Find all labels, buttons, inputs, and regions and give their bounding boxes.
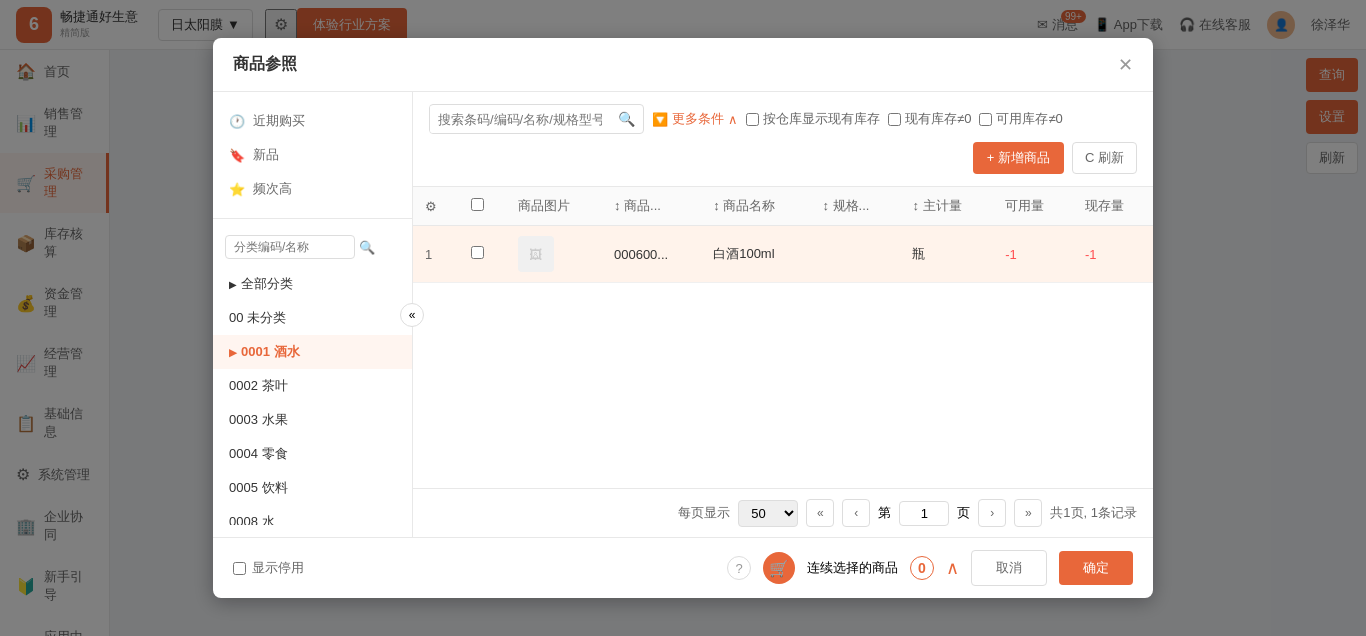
first-page-button[interactable]: « [806,499,834,527]
checkbox-usable[interactable]: 可用库存≠0 [979,110,1062,128]
row-unit: 瓶 [900,226,993,283]
new-icon: 🔖 [229,148,245,163]
checkbox-warehouse[interactable]: 按仓库显示现有库存 [746,110,880,128]
row-num: 1 [413,226,459,283]
category-search: 🔍 [213,227,412,267]
filter-icon: 🔽 [652,112,668,127]
modal-header: 商品参照 ✕ [213,38,1153,92]
frequent-icon: ⭐ [229,182,245,197]
cancel-button[interactable]: 取消 [971,550,1047,586]
table-row[interactable]: 1 🖼 000600... 白酒100ml 瓶 [413,226,1153,283]
modal-footer: 显示停用 ? 🛒 连续选择的商品 0 ∧ 取消 确定 [213,537,1153,598]
page-size-label: 每页显示 [678,504,730,522]
collapse-arrow[interactable]: ∧ [946,557,959,579]
modal-left-nav: 🕐 近期购买 🔖 新品 ⭐ 频次高 [213,104,412,219]
category-list: ▶ 全部分类 00 未分类 ▶ 0001 酒水 0002 茶叶 0003 水果 [213,267,412,525]
category-uncategorized[interactable]: 00 未分类 [213,301,412,335]
nav-item-frequent[interactable]: ⭐ 频次高 [213,172,412,206]
table-header-row: ⚙ 商品图片 ↕ 商品... ↕ 商品名称 ↕ 规格.. [413,187,1153,226]
select-all-checkbox[interactable] [471,198,484,211]
available-checkbox[interactable] [888,113,901,126]
category-all[interactable]: ▶ 全部分类 [213,267,412,301]
col-settings[interactable]: ⚙ [413,187,459,226]
refresh-button[interactable]: C 刷新 [1072,142,1137,174]
modal-right-panel: 🔍 🔽 更多条件 ∧ 按仓库显示现有库存 现有库存≠0 [413,92,1153,537]
modal-toolbar: 🔍 🔽 更多条件 ∧ 按仓库显示现有库存 现有库存≠0 [413,92,1153,187]
page-size-select[interactable]: 50 10 20 100 [738,500,798,527]
category-snack[interactable]: 0004 零食 [213,437,412,471]
collapse-button[interactable]: « [400,303,424,327]
cart-count: 0 [910,556,934,580]
row-checkbox[interactable] [459,226,506,283]
page-input[interactable] [899,501,949,526]
usable-checkbox[interactable] [979,113,992,126]
show-disabled-checkbox[interactable]: 显示停用 [233,559,304,577]
row-code: 000600... [602,226,701,283]
warehouse-checkbox[interactable] [746,113,759,126]
search-button[interactable]: 🔍 [610,105,643,133]
col-checkbox [459,187,506,226]
category-search-icon[interactable]: 🔍 [359,240,375,255]
category-liquor[interactable]: ▶ 0001 酒水 [213,335,412,369]
page-info: 共1页, 1条记录 [1050,504,1137,522]
product-thumbnail: 🖼 [518,236,554,272]
search-box: 🔍 [429,104,644,134]
row-spec [810,226,900,283]
col-image: 商品图片 [506,187,602,226]
last-page-button[interactable]: » [1014,499,1042,527]
nav-item-recent[interactable]: 🕐 近期购买 [213,104,412,138]
cart-icon[interactable]: 🛒 [763,552,795,584]
row-available: -1 [993,226,1073,283]
prev-page-button[interactable]: ‹ [842,499,870,527]
disabled-checkbox[interactable] [233,562,246,575]
modal: 商品参照 ✕ 🕐 近期购买 🔖 新品 ⭐ 频次高 [213,38,1153,598]
page-suffix: 页 [957,504,970,522]
col-name[interactable]: ↕ 商品名称 [701,187,810,226]
product-table: ⚙ 商品图片 ↕ 商品... ↕ 商品名称 ↕ 规格.. [413,187,1153,488]
col-unit[interactable]: ↕ 主计量 [900,187,993,226]
modal-body: 🕐 近期购买 🔖 新品 ⭐ 频次高 « 🔍 [213,92,1153,537]
cart-symbol: 🛒 [769,559,789,578]
category-tea[interactable]: 0002 茶叶 [213,369,412,403]
category-fruit[interactable]: 0003 水果 [213,403,412,437]
confirm-button[interactable]: 确定 [1059,551,1133,585]
footer-right: ? 🛒 连续选择的商品 0 ∧ 取消 确定 [727,550,1133,586]
col-available: 可用量 [993,187,1073,226]
modal-left-panel: 🕐 近期购买 🔖 新品 ⭐ 频次高 « 🔍 [213,92,413,537]
col-stock: 现存量 [1073,187,1153,226]
modal-overlay: 商品参照 ✕ 🕐 近期购买 🔖 新品 ⭐ 频次高 [0,0,1366,636]
row-image: 🖼 [506,226,602,283]
next-page-button[interactable]: › [978,499,1006,527]
col-spec[interactable]: ↕ 规格... [810,187,900,226]
filter-button[interactable]: 🔽 更多条件 ∧ [652,110,738,128]
category-water[interactable]: 0008 水 [213,505,412,525]
close-button[interactable]: ✕ [1118,56,1133,74]
category-search-input[interactable] [225,235,355,259]
cart-label: 连续选择的商品 [807,559,898,577]
pagination: 每页显示 50 10 20 100 « ‹ 第 页 › » 共1页, 1条记录 [413,488,1153,537]
modal-title: 商品参照 [233,54,297,75]
search-input[interactable] [430,106,610,133]
help-icon[interactable]: ? [727,556,751,580]
col-code[interactable]: ↕ 商品... [602,187,701,226]
recent-icon: 🕐 [229,114,245,129]
row-name: 白酒100ml [701,226,810,283]
add-product-button[interactable]: + 新增商品 [973,142,1064,174]
nav-item-new[interactable]: 🔖 新品 [213,138,412,172]
row-stock: -1 [1073,226,1153,283]
category-drink[interactable]: 0005 饮料 [213,471,412,505]
expand-icon: ▶ [229,279,237,290]
expand-icon: ▶ [229,347,237,358]
page-label: 第 [878,504,891,522]
checkbox-available[interactable]: 现有库存≠0 [888,110,971,128]
